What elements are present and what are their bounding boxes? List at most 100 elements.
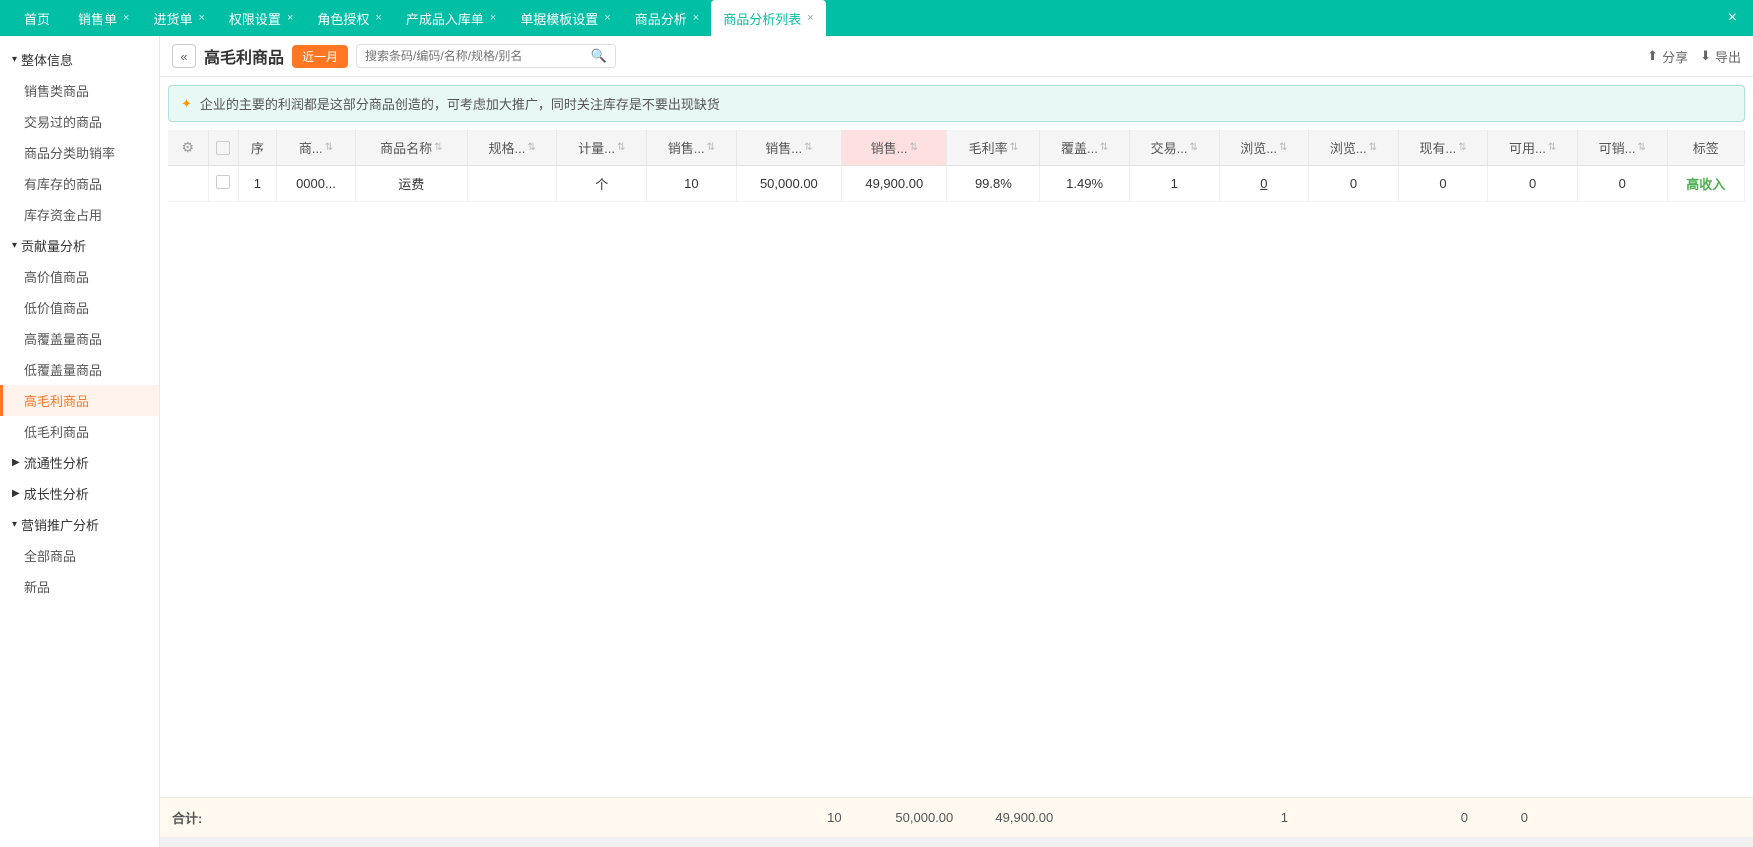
sidebar-item-sales-goods[interactable]: 销售类商品 — [0, 75, 159, 106]
tab-product-in-label: 产成品入库单 — [406, 9, 484, 28]
close-icon[interactable]: × — [490, 12, 496, 24]
close-icon[interactable]: × — [198, 12, 204, 24]
close-icon[interactable]: × — [693, 12, 699, 24]
footer-total: 合计: 10 50,000.00 49,900.00 1 0 0 — [160, 797, 1753, 837]
chevron-down-icon: ▾ — [12, 54, 17, 65]
tab-purchase-label: 进货单 — [153, 9, 192, 28]
sidebar-group-contribution[interactable]: ▾ 贡献量分析 — [0, 230, 159, 261]
footer-sales-cost: 49,900.00 — [974, 810, 1074, 825]
col-sales-amount[interactable]: 销售... ⇅ — [736, 130, 841, 166]
date-filter-button[interactable]: 近一月 — [292, 45, 348, 68]
col-transaction[interactable]: 交易... ⇅ — [1129, 130, 1219, 166]
search-icon[interactable]: 🔍 — [591, 48, 607, 64]
close-icon[interactable]: × — [287, 12, 293, 24]
col-sales-cost[interactable]: 销售... ⇅ — [842, 130, 947, 166]
col-gross-rate[interactable]: 毛利率 ⇅ — [947, 130, 1040, 166]
export-button[interactable]: ⬇ 导出 — [1700, 47, 1741, 66]
sidebar-item-high-margin[interactable]: 高毛利商品 — [0, 385, 159, 416]
tab-role[interactable]: 角色授权 × — [305, 0, 393, 36]
info-icon: ✦ — [181, 96, 192, 112]
sidebar-item-stock-fund[interactable]: 库存资金占用 — [0, 199, 159, 230]
sidebar-item-all-goods[interactable]: 全部商品 — [0, 540, 159, 571]
sidebar-item-new-goods[interactable]: 新品 — [0, 571, 159, 602]
page-title: 高毛利商品 — [204, 44, 284, 68]
info-text: 企业的主要的利润都是这部分商品创造的，可考虑加大推广，同时关注库存是不要出现缺货 — [200, 94, 720, 113]
column-settings-icon[interactable]: ⚙ — [181, 139, 194, 156]
sidebar-item-in-stock[interactable]: 有库存的商品 — [0, 168, 159, 199]
col-browse2[interactable]: 浏览... ⇅ — [1309, 130, 1399, 166]
close-icon[interactable]: × — [123, 12, 129, 24]
share-button[interactable]: ⬆ 分享 — [1647, 47, 1688, 66]
sort-icon: ⇅ — [1458, 142, 1466, 153]
sidebar-item-high-coverage[interactable]: 高覆盖量商品 — [0, 323, 159, 354]
sidebar-item-high-value[interactable]: 高价值商品 — [0, 261, 159, 292]
sidebar-item-low-coverage[interactable]: 低覆盖量商品 — [0, 354, 159, 385]
chevron-right-icon: ▶ — [12, 488, 20, 499]
col-current[interactable]: 现有... ⇅ — [1398, 130, 1488, 166]
tab-permission[interactable]: 权限设置 × — [217, 0, 305, 36]
sidebar-group-overall[interactable]: ▾ 整体信息 — [0, 44, 159, 75]
sidebar-item-low-margin[interactable]: 低毛利商品 — [0, 416, 159, 447]
tab-product-in[interactable]: 产成品入库单 × — [394, 0, 508, 36]
col-unit[interactable]: 计量... ⇅ — [557, 130, 647, 166]
col-spec[interactable]: 规格... ⇅ — [467, 130, 557, 166]
sidebar-item-low-value[interactable]: 低价值商品 — [0, 292, 159, 323]
table-container: ⚙ 序 商... ⇅ — [168, 130, 1745, 797]
tab-goods-analysis[interactable]: 商品分析 × — [623, 0, 711, 36]
close-icon[interactable]: × — [604, 12, 610, 24]
nav-close-button[interactable]: × — [1720, 9, 1745, 27]
row-gross-rate: 99.8% — [947, 166, 1040, 202]
row-tag: 高收入 — [1667, 166, 1744, 202]
sort-icon: ⇅ — [617, 142, 625, 153]
tab-role-label: 角色授权 — [317, 9, 369, 28]
close-icon[interactable]: × — [375, 12, 381, 24]
tab-purchase[interactable]: 进货单 × — [141, 0, 216, 36]
footer-transaction: 1 — [1254, 810, 1314, 825]
horizontal-scrollbar[interactable] — [160, 837, 1753, 847]
sidebar-group-marketing-label: 营销推广分析 — [21, 515, 99, 534]
row-sellable: 0 — [1577, 166, 1667, 202]
tab-sales-label: 销售单 — [78, 9, 117, 28]
col-sellable[interactable]: 可销... ⇅ — [1577, 130, 1667, 166]
col-coverage[interactable]: 覆盖... ⇅ — [1040, 130, 1130, 166]
close-icon[interactable]: × — [807, 12, 813, 24]
select-all-checkbox[interactable] — [216, 141, 230, 155]
tab-template[interactable]: 单据模板设置 × — [508, 0, 622, 36]
tab-sales[interactable]: 销售单 × — [66, 0, 141, 36]
tab-home[interactable]: 首页 — [8, 0, 66, 36]
row-code[interactable]: 0000... — [277, 166, 355, 202]
row-browse2: 0 — [1309, 166, 1399, 202]
browse1-link[interactable]: 0 — [1260, 176, 1267, 191]
row-unit: 个 — [557, 166, 647, 202]
sidebar-group-marketing[interactable]: ▾ 营销推广分析 — [0, 509, 159, 540]
row-checkbox-cell — [208, 166, 238, 202]
sort-icon: ⇅ — [1279, 142, 1287, 153]
footer-sales-qty: 10 — [794, 810, 874, 825]
col-sales-qty[interactable]: 销售... ⇅ — [647, 130, 737, 166]
search-input[interactable] — [365, 49, 587, 63]
content-panel: « 高毛利商品 近一月 🔍 ⬆ 分享 ⬇ 导出 ✦ 企业的主要 — [160, 36, 1753, 847]
sidebar-item-category-rate[interactable]: 商品分类助销率 — [0, 137, 159, 168]
collapse-sidebar-button[interactable]: « — [172, 44, 196, 68]
sidebar-group-growth[interactable]: ▶ 成长性分析 — [0, 478, 159, 509]
row-name[interactable]: 运费 — [355, 166, 467, 202]
sidebar-item-traded-goods[interactable]: 交易过的商品 — [0, 106, 159, 137]
col-name[interactable]: 商品名称 ⇅ — [355, 130, 467, 166]
col-code[interactable]: 商... ⇅ — [277, 130, 355, 166]
chevron-down-icon: ▾ — [12, 240, 17, 251]
tab-home-label: 首页 — [24, 9, 50, 28]
row-checkbox[interactable] — [216, 175, 230, 189]
sort-icon: ⇅ — [1100, 142, 1108, 153]
sort-icon: ⇅ — [527, 142, 535, 153]
sort-icon: ⇅ — [1548, 142, 1556, 153]
tab-goods-analysis-list-label: 商品分析列表 — [723, 9, 801, 28]
footer-label: 合计: — [172, 808, 202, 827]
search-box: 🔍 — [356, 44, 616, 68]
tab-goods-analysis-list[interactable]: 商品分析列表 × — [711, 0, 825, 36]
row-sales-cost: 49,900.00 — [842, 166, 947, 202]
col-browse1[interactable]: 浏览... ⇅ — [1219, 130, 1309, 166]
row-browse1[interactable]: 0 — [1219, 166, 1309, 202]
main-area: ▾ 整体信息 销售类商品 交易过的商品 商品分类助销率 有库存的商品 库存资金占… — [0, 36, 1753, 847]
sidebar-group-liquidity[interactable]: ▶ 流通性分析 — [0, 447, 159, 478]
col-available[interactable]: 可用... ⇅ — [1488, 130, 1578, 166]
